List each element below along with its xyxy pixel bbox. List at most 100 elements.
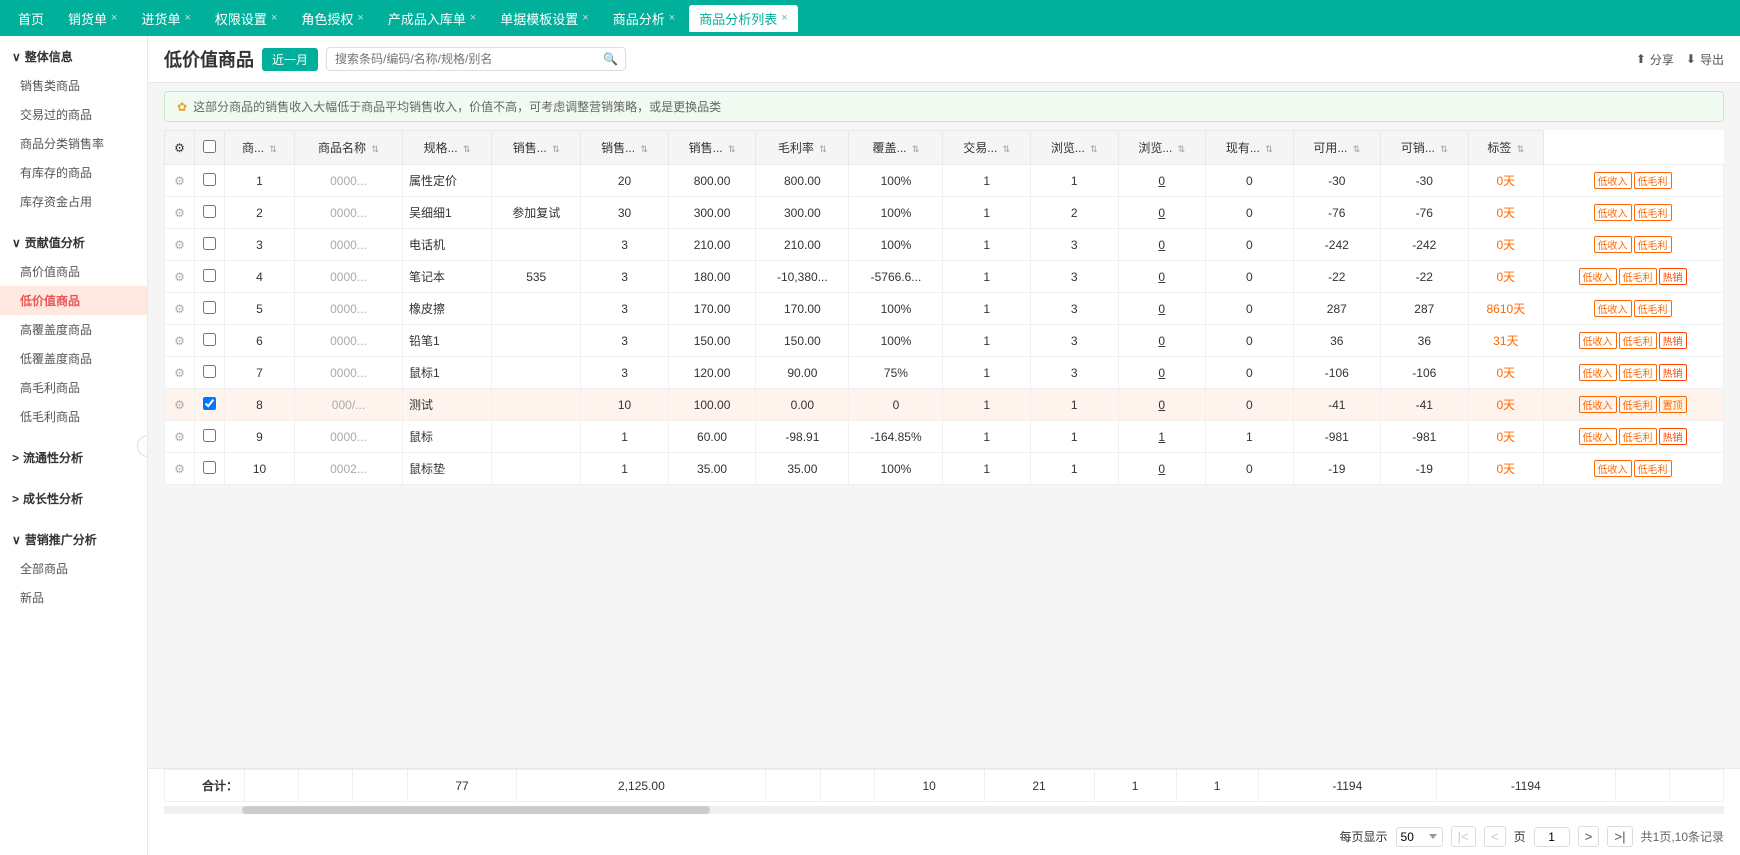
nav-sales[interactable]: 销货单 × bbox=[58, 5, 127, 32]
next-page-button[interactable]: > bbox=[1578, 826, 1600, 847]
row-settings[interactable]: ⚙ bbox=[165, 325, 195, 357]
row-settings[interactable]: ⚙ bbox=[165, 229, 195, 261]
row-checkbox[interactable] bbox=[203, 205, 216, 218]
row-settings[interactable]: ⚙ bbox=[165, 165, 195, 197]
row-check[interactable] bbox=[195, 421, 225, 453]
sidebar-group-title-marketing[interactable]: ∨ 营销推广分析 bbox=[0, 525, 147, 554]
nav-permissions[interactable]: 权限设置 × bbox=[205, 5, 287, 32]
sidebar-item-category-sales[interactable]: 商品分类销售率 bbox=[0, 129, 147, 158]
row-browse1[interactable]: 0 bbox=[1118, 261, 1206, 293]
row-check[interactable] bbox=[195, 261, 225, 293]
row-check[interactable] bbox=[195, 229, 225, 261]
row-check[interactable] bbox=[195, 293, 225, 325]
row-browse1[interactable]: 0 bbox=[1118, 453, 1206, 485]
row-checkbox[interactable] bbox=[203, 301, 216, 314]
page-label: 页 bbox=[1514, 828, 1526, 845]
row-checkbox[interactable] bbox=[203, 461, 216, 474]
row-checkbox[interactable] bbox=[203, 237, 216, 250]
tag-低收入: 低收入 bbox=[1594, 460, 1632, 477]
row-check[interactable] bbox=[195, 357, 225, 389]
row-check[interactable] bbox=[195, 389, 225, 421]
nav-close-product-analysis[interactable]: × bbox=[669, 12, 675, 24]
nav-close-roles[interactable]: × bbox=[357, 12, 363, 24]
nav-close-template[interactable]: × bbox=[582, 12, 588, 24]
nav-close-purchase[interactable]: × bbox=[184, 12, 190, 24]
row-settings[interactable]: ⚙ bbox=[165, 197, 195, 229]
col-settings[interactable]: ⚙ bbox=[165, 131, 195, 165]
row-checkbox[interactable] bbox=[203, 333, 216, 346]
sidebar-group-title-contribution[interactable]: ∨ 贡献值分析 bbox=[0, 228, 147, 257]
row-name: 橡皮擦 bbox=[402, 293, 491, 325]
row-checkbox[interactable] bbox=[203, 173, 216, 186]
share-button[interactable]: ⬆ 分享 bbox=[1636, 51, 1674, 68]
sidebar-group-title-overall[interactable]: ∨ 整体信息 bbox=[0, 42, 147, 71]
row-coverage: 1 bbox=[943, 293, 1031, 325]
sidebar-item-high-value[interactable]: 高价值商品 bbox=[0, 257, 147, 286]
row-tags: 低收入低毛利 bbox=[1544, 165, 1724, 197]
nav-home[interactable]: 首页 bbox=[8, 5, 54, 32]
row-coverage: 1 bbox=[943, 421, 1031, 453]
sidebar-item-low-value[interactable]: 低价值商品 bbox=[0, 286, 147, 315]
nav-close-permissions[interactable]: × bbox=[271, 12, 277, 24]
time-filter-button[interactable]: 近一月 bbox=[262, 48, 318, 71]
sidebar-item-sales-products[interactable]: 销售类商品 bbox=[0, 71, 147, 100]
nav-template[interactable]: 单据模板设置 × bbox=[490, 5, 598, 32]
sidebar-item-stocked-products[interactable]: 有库存的商品 bbox=[0, 158, 147, 187]
row-check[interactable] bbox=[195, 325, 225, 357]
nav-product-analysis[interactable]: 商品分析 × bbox=[603, 5, 685, 32]
sidebar-item-low-coverage[interactable]: 低覆盖度商品 bbox=[0, 344, 147, 373]
row-browse1[interactable]: 0 bbox=[1118, 197, 1206, 229]
nav-close-stock-in[interactable]: × bbox=[470, 12, 476, 24]
row-browse1[interactable]: 1 bbox=[1118, 421, 1206, 453]
sidebar-item-new-products[interactable]: 新品 bbox=[0, 583, 147, 612]
sidebar-item-high-margin[interactable]: 高毛利商品 bbox=[0, 373, 147, 402]
select-all-checkbox[interactable] bbox=[203, 140, 216, 153]
row-checkbox[interactable] bbox=[203, 429, 216, 442]
sidebar-item-low-margin[interactable]: 低毛利商品 bbox=[0, 402, 147, 431]
col-check[interactable] bbox=[195, 131, 225, 165]
horizontal-scrollbar[interactable] bbox=[164, 806, 1724, 814]
export-button[interactable]: ⬇ 导出 bbox=[1686, 51, 1724, 68]
row-browse1[interactable]: 0 bbox=[1118, 357, 1206, 389]
nav-product-list[interactable]: 商品分析列表 × bbox=[689, 5, 797, 32]
page-input[interactable] bbox=[1534, 827, 1570, 847]
row-browse1[interactable]: 0 bbox=[1118, 389, 1206, 421]
row-settings[interactable]: ⚙ bbox=[165, 261, 195, 293]
sidebar-item-all-products[interactable]: 全部商品 bbox=[0, 554, 147, 583]
nav-purchase[interactable]: 进货单 × bbox=[131, 5, 200, 32]
last-page-button[interactable]: >| bbox=[1607, 826, 1632, 847]
row-settings[interactable]: ⚙ bbox=[165, 421, 195, 453]
nav-stock-in[interactable]: 产成品入库单 × bbox=[378, 5, 486, 32]
row-settings[interactable]: ⚙ bbox=[165, 389, 195, 421]
row-settings[interactable]: ⚙ bbox=[165, 293, 195, 325]
nav-close-sales[interactable]: × bbox=[111, 12, 117, 24]
row-trade: 1 bbox=[1031, 421, 1119, 453]
row-browse1[interactable]: 0 bbox=[1118, 229, 1206, 261]
search-icon[interactable]: 🔍 bbox=[603, 52, 618, 66]
search-input[interactable] bbox=[326, 47, 626, 71]
row-settings[interactable]: ⚙ bbox=[165, 453, 195, 485]
row-check[interactable] bbox=[195, 453, 225, 485]
prev-page-button[interactable]: < bbox=[1484, 826, 1506, 847]
sidebar-group-title-growth[interactable]: > 成长性分析 bbox=[0, 484, 147, 513]
page-size-select[interactable]: 50 100 200 bbox=[1396, 827, 1443, 847]
row-browse1[interactable]: 0 bbox=[1118, 293, 1206, 325]
row-checkbox[interactable] bbox=[203, 365, 216, 378]
sidebar: 《 ∨ 整体信息 销售类商品 交易过的商品 商品分类销售率 有库存的商品 库存资… bbox=[0, 36, 148, 855]
sidebar-item-stock-capital[interactable]: 库存资金占用 bbox=[0, 187, 147, 216]
nav-close-product-list[interactable]: × bbox=[781, 12, 787, 24]
nav-roles[interactable]: 角色授权 × bbox=[291, 5, 373, 32]
sidebar-item-high-coverage[interactable]: 高覆盖度商品 bbox=[0, 315, 147, 344]
summary-spec bbox=[353, 770, 407, 802]
row-browse1[interactable]: 0 bbox=[1118, 325, 1206, 357]
first-page-button[interactable]: |< bbox=[1451, 826, 1476, 847]
row-checkbox[interactable] bbox=[203, 397, 216, 410]
sidebar-group-title-circulation[interactable]: > 流通性分析 bbox=[0, 443, 147, 472]
row-settings[interactable]: ⚙ bbox=[165, 357, 195, 389]
row-check[interactable] bbox=[195, 197, 225, 229]
row-browse1[interactable]: 0 bbox=[1118, 165, 1206, 197]
row-check[interactable] bbox=[195, 165, 225, 197]
summary-available: -1194 bbox=[1437, 770, 1615, 802]
row-checkbox[interactable] bbox=[203, 269, 216, 282]
sidebar-item-traded-products[interactable]: 交易过的商品 bbox=[0, 100, 147, 129]
